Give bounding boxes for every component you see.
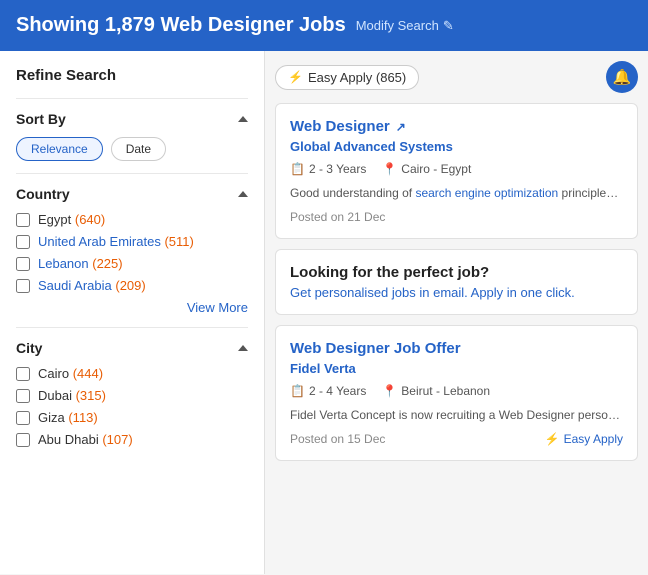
modify-search-link[interactable]: Modify Search ✎: [356, 18, 454, 34]
city-filter-cairo: Cairo (444): [16, 366, 248, 381]
city-filter-giza: Giza (113): [16, 410, 248, 425]
external-link-icon-1: ↗: [396, 120, 406, 134]
country-chevron-icon: [238, 191, 248, 197]
experience-meta-1: 📋 2 - 3 Years: [290, 162, 366, 176]
job-card-1: Web Designer ↗ Global Advanced Systems 📋…: [275, 103, 638, 239]
sort-by-chevron-icon: [238, 116, 248, 122]
lebanon-checkbox[interactable]: [16, 257, 30, 271]
country-section: Country Egypt (640) United Arab Emirates…: [16, 173, 248, 315]
giza-checkbox[interactable]: [16, 411, 30, 425]
briefcase-icon-2: 📋: [290, 384, 305, 398]
city-section: City Cairo (444) Dubai (315) Giza (113) …: [16, 327, 248, 447]
job-title-1[interactable]: Web Designer ↗: [290, 118, 623, 135]
experience-meta-2: 📋 2 - 4 Years: [290, 384, 366, 398]
job-description-1: Good understanding of search engine opti…: [290, 184, 623, 202]
cairo-checkbox[interactable]: [16, 367, 30, 381]
easy-apply-badge-2[interactable]: ⚡ Easy Apply: [545, 432, 623, 446]
easy-apply-filter-label: Easy Apply (865): [308, 70, 406, 85]
promo-description: Get personalised jobs in email. Apply in…: [290, 285, 623, 300]
city-chevron-icon: [238, 345, 248, 351]
company-name-1: Global Advanced Systems: [290, 139, 623, 154]
job-results-content: ⚡ Easy Apply (865) 🔔 Web Designer ↗ Glob…: [265, 51, 648, 574]
abudhabi-checkbox[interactable]: [16, 433, 30, 447]
location-meta-1: 📍 Cairo - Egypt: [382, 162, 471, 176]
city-label: City: [16, 340, 42, 356]
sort-by-section: Sort By Relevance Date: [16, 98, 248, 161]
company-name-2: Fidel Verta: [290, 361, 623, 376]
location-meta-2: 📍 Beirut - Lebanon: [382, 384, 490, 398]
lightning-icon: ⚡: [288, 70, 303, 84]
promo-card: Looking for the perfect job? Get persona…: [275, 249, 638, 315]
promo-title: Looking for the perfect job?: [290, 264, 623, 281]
sort-by-label: Sort By: [16, 111, 66, 127]
job-card-2: Web Designer Job Offer Fidel Verta 📋 2 -…: [275, 325, 638, 461]
briefcase-icon: 📋: [290, 162, 305, 176]
job-meta-1: 📋 2 - 3 Years 📍 Cairo - Egypt: [290, 162, 623, 176]
city-filter-abudhabi: Abu Dhabi (107): [16, 432, 248, 447]
location-icon-2: 📍: [382, 384, 397, 398]
city-filter-dubai: Dubai (315): [16, 388, 248, 403]
sort-options: Relevance Date: [16, 137, 248, 161]
filter-bar: ⚡ Easy Apply (865) 🔔: [275, 61, 638, 93]
country-filter-uae: United Arab Emirates (511): [16, 234, 248, 249]
header: Showing 1,879 Web Designer Jobs Modify S…: [0, 0, 648, 51]
posted-date-2: Posted on 15 Dec: [290, 432, 385, 446]
pencil-icon: ✎: [443, 18, 454, 34]
date-sort-button[interactable]: Date: [111, 137, 166, 161]
country-label: Country: [16, 186, 70, 202]
saudi-checkbox[interactable]: [16, 279, 30, 293]
easy-apply-filter-tag[interactable]: ⚡ Easy Apply (865): [275, 65, 419, 90]
city-header: City: [16, 340, 248, 356]
egypt-checkbox[interactable]: [16, 213, 30, 227]
job-title-2[interactable]: Web Designer Job Offer: [290, 340, 623, 357]
country-header: Country: [16, 186, 248, 202]
page-title: Showing 1,879 Web Designer Jobs: [16, 14, 346, 37]
country-filter-lebanon: Lebanon (225): [16, 256, 248, 271]
uae-checkbox[interactable]: [16, 235, 30, 249]
notification-bell-button[interactable]: 🔔: [606, 61, 638, 93]
lightning-icon-2: ⚡: [545, 432, 560, 446]
relevance-sort-button[interactable]: Relevance: [16, 137, 103, 161]
country-view-more-link[interactable]: View More: [16, 300, 248, 315]
country-filter-egypt: Egypt (640): [16, 212, 248, 227]
sidebar-title: Refine Search: [16, 67, 248, 84]
country-filter-saudi: Saudi Arabia (209): [16, 278, 248, 293]
location-icon: 📍: [382, 162, 397, 176]
sort-by-header: Sort By: [16, 111, 248, 127]
dubai-checkbox[interactable]: [16, 389, 30, 403]
sidebar: Refine Search Sort By Relevance Date Cou…: [0, 51, 265, 574]
job-meta-2: 📋 2 - 4 Years 📍 Beirut - Lebanon: [290, 384, 623, 398]
job-description-2: Fidel Verta Concept is now recruiting a …: [290, 406, 623, 424]
posted-date-1: Posted on 21 Dec: [290, 210, 623, 224]
main-layout: Refine Search Sort By Relevance Date Cou…: [0, 51, 648, 574]
